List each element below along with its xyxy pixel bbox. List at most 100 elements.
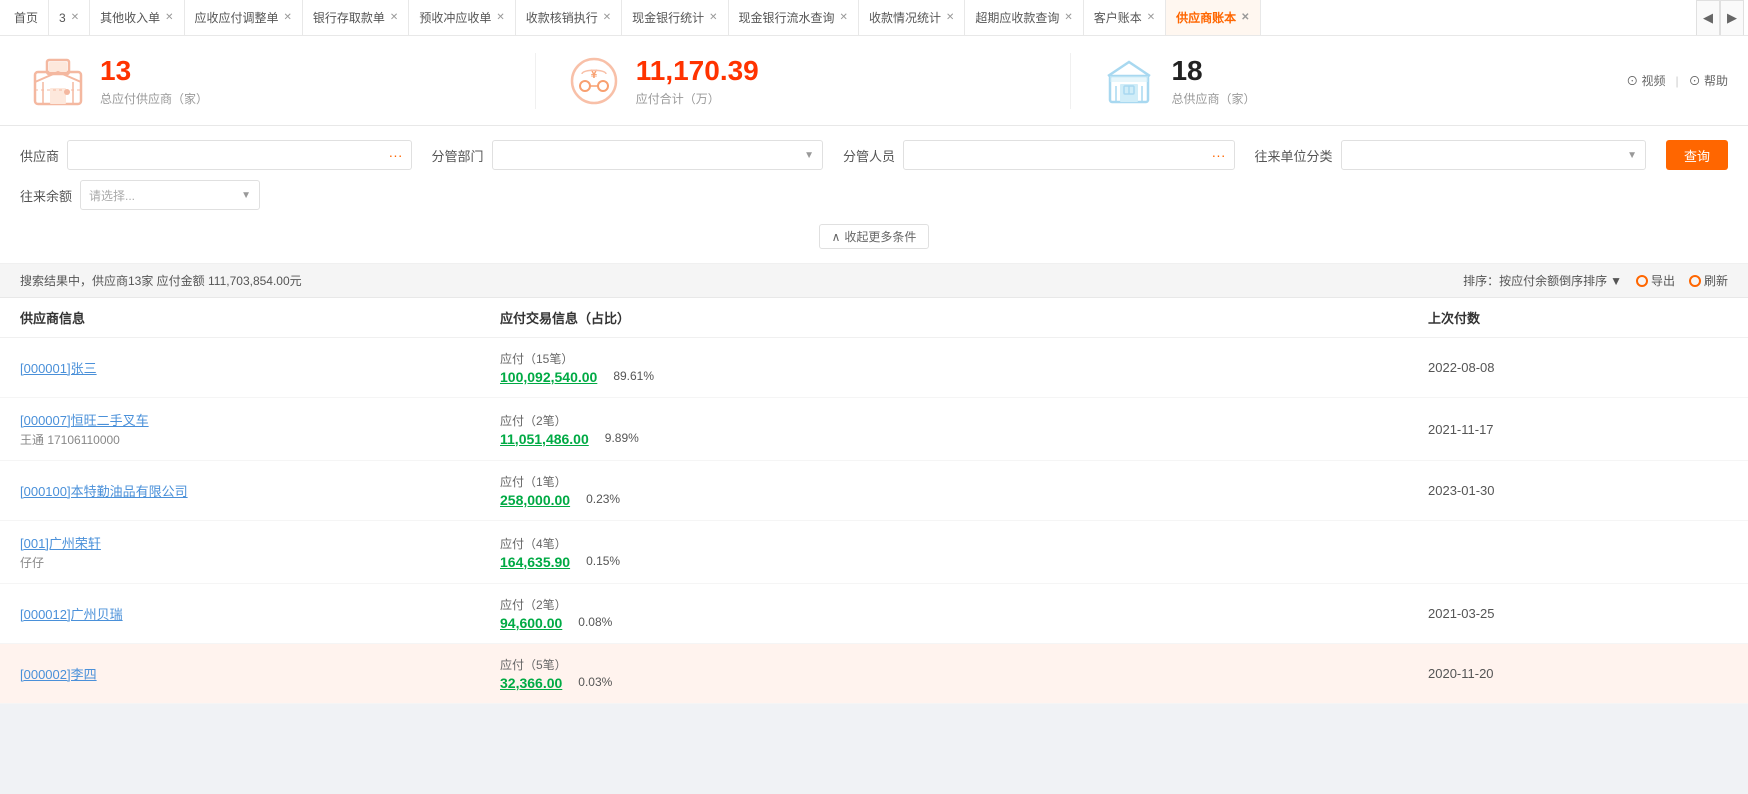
supplier-link[interactable]: [000002]李四 (20, 667, 97, 682)
stat-info-total-suppliers: 18 总供应商（家） (1171, 54, 1255, 107)
export-radio[interactable]: 导出 (1636, 272, 1675, 289)
dept-arrow: ▼ (804, 150, 814, 161)
trans-amount[interactable]: 11,051,486.00 (500, 431, 589, 447)
table-header: 供应商信息 应付交易信息（占比） 上次付数 (0, 298, 1748, 338)
person-label: 分管人员 (843, 146, 895, 165)
stat-block-suppliers: 13 总应付供应商（家） (0, 53, 536, 109)
supplier-dots[interactable]: ··· (389, 147, 403, 163)
trans-amount[interactable]: 32,366.00 (500, 675, 562, 691)
stat-block-amount: ¥ 11,170.39 应付合计（万） (536, 53, 1072, 109)
person-input-wrap[interactable]: ··· (903, 140, 1234, 170)
trans-amount[interactable]: 100,092,540.00 (500, 369, 597, 385)
nav-tab-ar-ap-adjust[interactable]: 应收应付调整单 ✕ (185, 0, 303, 36)
nav-tab-cash-bank-flow[interactable]: 现金银行流水查询 ✕ (729, 0, 859, 36)
nav-tab-3[interactable]: 3 ✕ (49, 0, 90, 36)
table-row: [000001]张三 应付（15笔） 100,092,540.00 89.61%… (0, 338, 1748, 398)
refresh-radio[interactable]: 刷新 (1689, 272, 1728, 289)
top-right-links: ⊙ 视频 | ⊙ 帮助 (1606, 72, 1748, 89)
close-supplier-ledger[interactable]: ✕ (1241, 12, 1249, 23)
table-row: [000007]恒旺二手叉车 王通 17106110000 应付（2笔） 11,… (0, 398, 1748, 461)
nav-tab-overdue-ar[interactable]: 超期应收款查询 ✕ (965, 0, 1083, 36)
nav-tab-supplier-ledger[interactable]: 供应商账本 ✕ (1166, 0, 1260, 36)
supplier-link[interactable]: [001]广州荣轩 (20, 536, 101, 551)
col-header-lastpay: 上次付数 (1428, 308, 1728, 327)
stat-info-suppliers: 13 总应付供应商（家） (100, 54, 208, 107)
sort-label: 排序：按应付余额倒序排序 ▼ (1463, 272, 1622, 289)
close-overdue-ar[interactable]: ✕ (1064, 12, 1072, 23)
nav-tab-other-income[interactable]: 其他收入单 ✕ (90, 0, 184, 36)
table-row: [000002]李四 应付（5笔） 32,366.00 0.03% 2020-1… (0, 644, 1748, 704)
lastpay-cell: 2021-11-17 (1428, 422, 1728, 437)
lastpay-cell: 2020-11-20 (1428, 666, 1728, 681)
search-area: 供应商 ··· 分管部门 ▼ 分管人员 ··· 往来单位分类 ▼ (0, 126, 1748, 264)
nav-right-arrow[interactable]: ▶ (1720, 0, 1744, 36)
lastpay-cell: 2022-08-08 (1428, 360, 1728, 375)
trans-percent: 89.61% (613, 369, 654, 383)
supplier-link[interactable]: [000012]广州贝瑞 (20, 607, 123, 622)
supplier-cell: [000007]恒旺二手叉车 王通 17106110000 (20, 410, 500, 448)
total-ap-amount-label: 应付合计（万） (636, 90, 759, 107)
close-tab-3[interactable]: ✕ (71, 12, 79, 23)
supplier-link[interactable]: [000001]张三 (20, 361, 97, 376)
top-navigation: 首页 3 ✕ 其他收入单 ✕ 应收应付调整单 ✕ 银行存取款单 ✕ 预收冲应收单… (0, 0, 1748, 36)
result-summary: 搜索结果中，供应商13家 应付金额 111,703,854.00元 (20, 272, 302, 289)
supplier-sub: 王通 17106110000 (20, 431, 500, 448)
nav-tab-cash-bank-stat[interactable]: 现金银行统计 ✕ (622, 0, 728, 36)
nav-tab-customer-ledger[interactable]: 客户账本 ✕ (1084, 0, 1166, 36)
close-cash-bank-stat[interactable]: ✕ (709, 12, 717, 23)
trans-percent: 0.03% (578, 675, 612, 689)
trans-amount[interactable]: 94,600.00 (500, 615, 562, 631)
close-prepay-ar[interactable]: ✕ (496, 12, 504, 23)
total-suppliers-label: 总供应商（家） (1171, 90, 1255, 107)
balance-label: 往来余额 (20, 186, 72, 205)
col-header-transaction: 应付交易信息（占比） (500, 308, 1428, 327)
transaction-cell: 应付（1笔） 258,000.00 0.23% (500, 473, 1428, 508)
person-dots[interactable]: ··· (1212, 147, 1226, 163)
trans-percent: 0.08% (578, 615, 612, 629)
collapse-label: 收起更多条件 (844, 228, 916, 245)
nav-tab-payment-verify[interactable]: 收款核销执行 ✕ (516, 0, 622, 36)
close-bank-deposit[interactable]: ✕ (390, 12, 398, 23)
close-ar-ap-adjust[interactable]: ✕ (284, 12, 292, 23)
result-bar: 搜索结果中，供应商13家 应付金额 111,703,854.00元 排序：按应付… (0, 264, 1748, 298)
collapse-row: ∧ 收起更多条件 (20, 220, 1728, 253)
supplier-icon (30, 53, 86, 109)
close-payment-stat[interactable]: ✕ (946, 12, 954, 23)
dept-label: 分管部门 (432, 146, 484, 165)
supplier-link[interactable]: [000100]本特勤油品有限公司 (20, 484, 188, 499)
supplier-sub: 仔仔 (20, 554, 500, 571)
table-area: 供应商信息 应付交易信息（占比） 上次付数 [000001]张三 应付（15笔）… (0, 298, 1748, 704)
close-other-income[interactable]: ✕ (165, 12, 173, 23)
nav-tab-payment-stat[interactable]: 收款情况统计 ✕ (859, 0, 965, 36)
collapse-button[interactable]: ∧ 收起更多条件 (819, 224, 930, 249)
search-row-1: 供应商 ··· 分管部门 ▼ 分管人员 ··· 往来单位分类 ▼ (20, 140, 1728, 170)
link-divider: | (1676, 74, 1679, 88)
close-payment-verify[interactable]: ✕ (603, 12, 611, 23)
supplier-input[interactable] (76, 148, 388, 162)
supplier-label: 供应商 (20, 146, 59, 165)
nav-tab-home[interactable]: 首页 (4, 0, 49, 36)
dept-dropdown[interactable]: ▼ (492, 140, 823, 170)
search-button[interactable]: 查询 (1666, 140, 1728, 170)
video-link[interactable]: ⊙ 视频 (1626, 72, 1665, 89)
category-dropdown[interactable]: ▼ (1341, 140, 1646, 170)
trans-amount[interactable]: 164,635.90 (500, 554, 570, 570)
balance-dropdown[interactable]: 请选择... ▼ (80, 180, 260, 210)
close-cash-bank-flow[interactable]: ✕ (840, 12, 848, 23)
total-ap-amount-number: 11,170.39 (636, 54, 759, 88)
lastpay-cell: 2023-01-30 (1428, 483, 1728, 498)
refresh-radio-circle (1689, 275, 1701, 287)
help-link[interactable]: ⊙ 帮助 (1689, 72, 1728, 89)
trans-amount[interactable]: 258,000.00 (500, 492, 570, 508)
trans-percent: 0.15% (586, 554, 620, 568)
nav-tab-prepay-ar[interactable]: 预收冲应收单 ✕ (409, 0, 515, 36)
supplier-link[interactable]: [000007]恒旺二手叉车 (20, 413, 149, 428)
category-arrow: ▼ (1627, 150, 1637, 161)
close-customer-ledger[interactable]: ✕ (1147, 12, 1155, 23)
nav-left-arrow[interactable]: ◀ (1696, 0, 1720, 36)
svg-text:¥: ¥ (590, 67, 597, 81)
supplier-input-wrap[interactable]: ··· (67, 140, 411, 170)
trans-percent: 9.89% (605, 431, 639, 445)
person-input[interactable] (912, 148, 1211, 162)
nav-tab-bank-deposit[interactable]: 银行存取款单 ✕ (303, 0, 409, 36)
